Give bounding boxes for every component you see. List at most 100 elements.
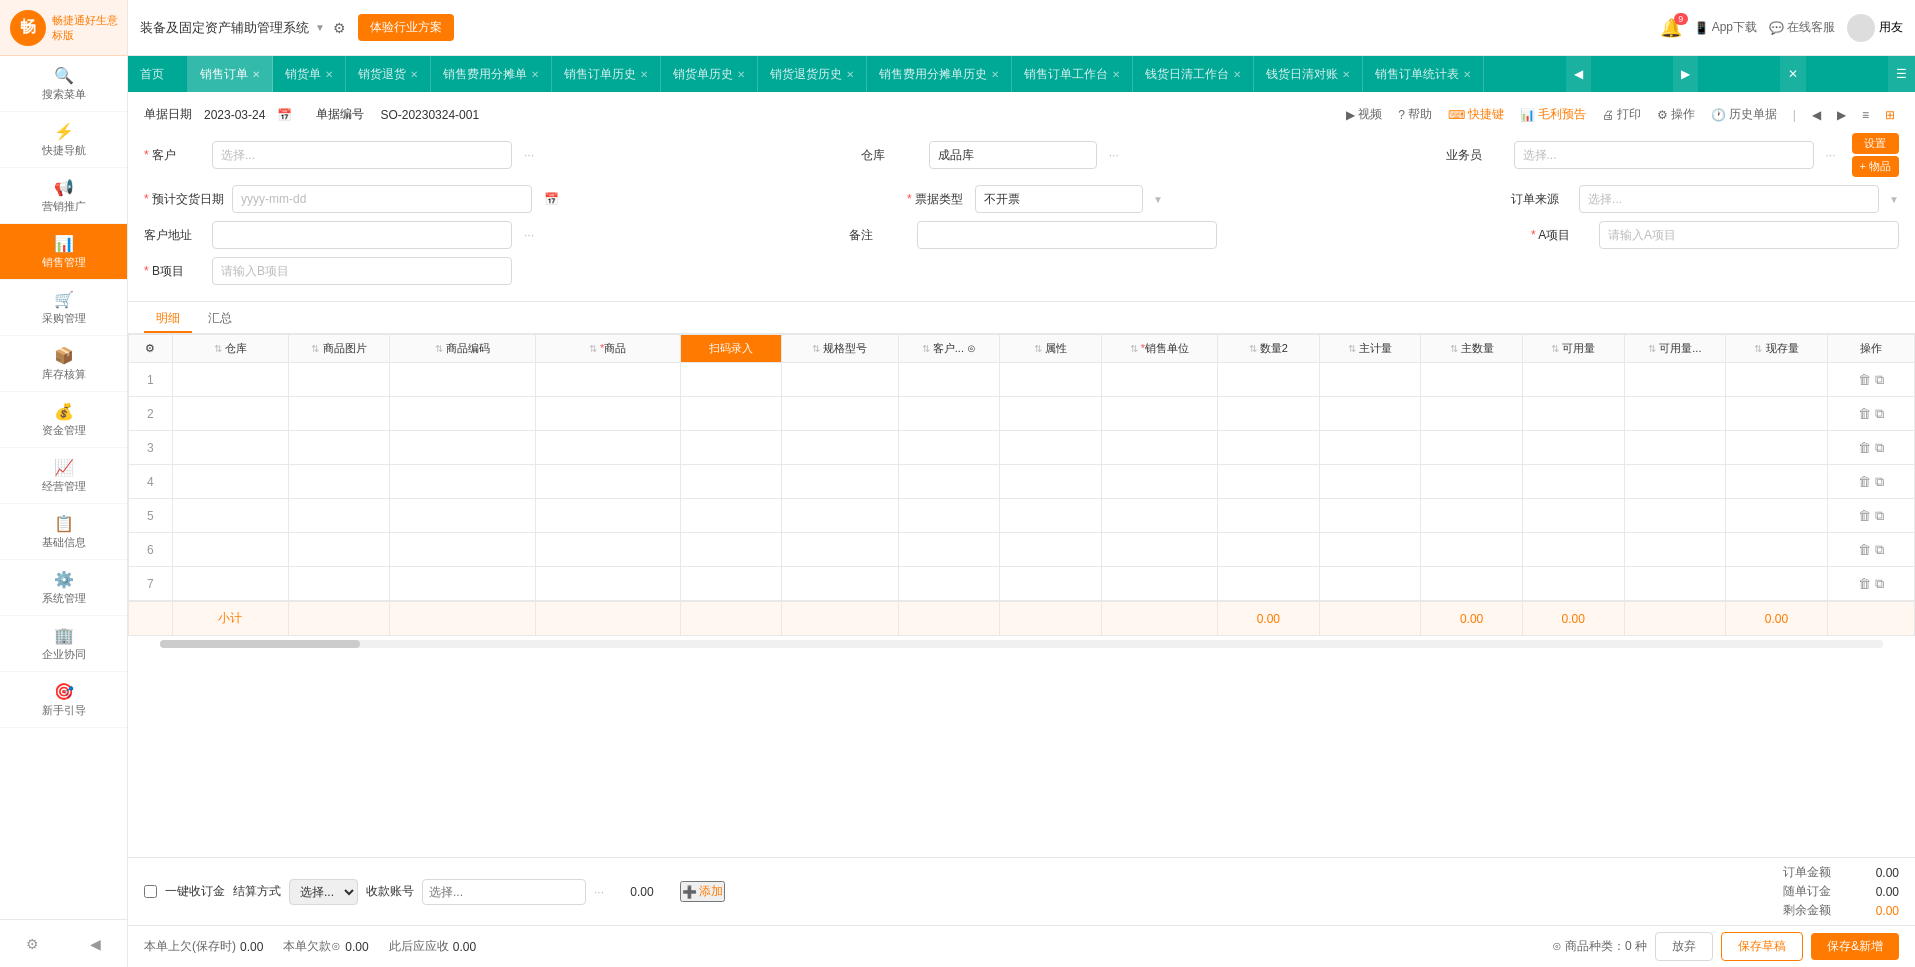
sidebar-item-system[interactable]: ⚙️ 系统管理 bbox=[0, 560, 127, 616]
row-copy-btn[interactable]: ⧉ bbox=[1875, 508, 1884, 524]
sidebar-collapse-icon[interactable]: ◀ bbox=[90, 936, 101, 952]
table-row[interactable]: 6🗑⧉ bbox=[129, 533, 1915, 567]
table-row[interactable]: 1🗑⧉ bbox=[129, 363, 1915, 397]
profit-btn[interactable]: 📊 毛利预告 bbox=[1516, 104, 1590, 125]
tab-sales-return[interactable]: 销货退货 ✕ bbox=[346, 56, 431, 92]
add-goods-button[interactable]: + 物品 bbox=[1852, 156, 1899, 177]
address-dots[interactable]: ··· bbox=[524, 228, 534, 242]
tab-expense-history-close[interactable]: ✕ bbox=[991, 69, 999, 80]
notes-input[interactable] bbox=[917, 221, 1217, 249]
tab-next-btn[interactable]: ▶ bbox=[1673, 56, 1698, 92]
user-menu[interactable]: 用友 bbox=[1847, 14, 1903, 42]
tab-order-history-close[interactable]: ✕ bbox=[640, 69, 648, 80]
tab-order-stats-close[interactable]: ✕ bbox=[1463, 69, 1471, 80]
notification-bell[interactable]: 🔔 9 bbox=[1660, 17, 1682, 39]
history-btn[interactable]: 🕐 历史单据 bbox=[1707, 104, 1781, 125]
salesperson-input[interactable] bbox=[1514, 141, 1814, 169]
tab-sales-expense[interactable]: 销售费用分摊单 ✕ bbox=[431, 56, 552, 92]
sidebar-item-operations[interactable]: 📈 经营管理 bbox=[0, 448, 127, 504]
topbar-dropdown-icon[interactable]: ▼ bbox=[315, 22, 325, 33]
order-source-arrow[interactable]: ▼ bbox=[1889, 194, 1899, 205]
row-copy-btn[interactable]: ⧉ bbox=[1875, 406, 1884, 422]
row-copy-btn[interactable]: ⧉ bbox=[1875, 542, 1884, 558]
save-draft-button[interactable]: 保存草稿 bbox=[1721, 932, 1803, 961]
row-delete-btn[interactable]: 🗑 bbox=[1858, 542, 1871, 557]
tab-sales-order[interactable]: 销售订单 ✕ bbox=[188, 56, 273, 92]
list-view-btn[interactable]: ≡ bbox=[1858, 106, 1873, 124]
tab-daily-workbench-close[interactable]: ✕ bbox=[1233, 69, 1241, 80]
tab-sales-order-close[interactable]: ✕ bbox=[252, 69, 260, 80]
tab-order-workbench-close[interactable]: ✕ bbox=[1112, 69, 1120, 80]
sidebar-item-finance[interactable]: 💰 资金管理 bbox=[0, 392, 127, 448]
customer-address-input[interactable] bbox=[212, 221, 512, 249]
salesperson-dots[interactable]: ··· bbox=[1826, 148, 1836, 162]
row-copy-btn[interactable]: ⧉ bbox=[1875, 474, 1884, 490]
tab-menu-btn[interactable]: ☰ bbox=[1888, 56, 1915, 92]
view-btn[interactable]: ▶ 视频 bbox=[1342, 104, 1386, 125]
shortcut-btn[interactable]: ⌨ 快捷键 bbox=[1444, 104, 1508, 125]
topbar-title[interactable]: 装备及固定资产辅助管理系统 bbox=[140, 19, 309, 37]
sidebar-item-purchase[interactable]: 🛒 采购管理 bbox=[0, 280, 127, 336]
card-view-btn[interactable]: ⊞ bbox=[1881, 106, 1899, 124]
customer-dots[interactable]: ··· bbox=[524, 148, 534, 162]
a-project-input[interactable] bbox=[1599, 221, 1899, 249]
table-row[interactable]: 3🗑⧉ bbox=[129, 431, 1915, 465]
tab-daily-reconcile[interactable]: 钱货日清对账 ✕ bbox=[1254, 56, 1363, 92]
table-row[interactable]: 7🗑⧉ bbox=[129, 567, 1915, 601]
account-no-input[interactable] bbox=[422, 879, 586, 905]
tab-sales-return-close[interactable]: ✕ bbox=[410, 69, 418, 80]
discard-button[interactable]: 放弃 bbox=[1655, 932, 1713, 961]
customer-input[interactable] bbox=[212, 141, 512, 169]
table-row[interactable]: 2🗑⧉ bbox=[129, 397, 1915, 431]
table-row[interactable]: 4🗑⧉ bbox=[129, 465, 1915, 499]
tab-daily-reconcile-close[interactable]: ✕ bbox=[1342, 69, 1350, 80]
tab-order-workbench[interactable]: 销售订单工作台 ✕ bbox=[1012, 56, 1133, 92]
delivery-date-input[interactable] bbox=[232, 185, 532, 213]
topbar-settings-icon[interactable]: ⚙ bbox=[333, 20, 346, 36]
row-copy-btn[interactable]: ⧉ bbox=[1875, 576, 1884, 592]
add-payment-btn[interactable]: ➕ 添加 bbox=[680, 881, 725, 902]
tab-order-history[interactable]: 销售订单历史 ✕ bbox=[552, 56, 661, 92]
warehouse-dots[interactable]: ··· bbox=[1109, 148, 1119, 162]
account-no-dots[interactable]: ··· bbox=[594, 885, 604, 899]
tab-close-all-btn[interactable]: ✕ bbox=[1780, 56, 1806, 92]
sidebar-item-beginner[interactable]: 🎯 新手引导 bbox=[0, 672, 127, 728]
operations-btn[interactable]: ⚙ 操作 bbox=[1653, 104, 1699, 125]
invoice-type-arrow[interactable]: ▼ bbox=[1153, 194, 1163, 205]
row-delete-btn[interactable]: 🗑 bbox=[1858, 372, 1871, 387]
row-delete-btn[interactable]: 🗑 bbox=[1858, 406, 1871, 421]
tab-invoice-history[interactable]: 销货单历史 ✕ bbox=[661, 56, 758, 92]
tab-home[interactable]: 首页 bbox=[128, 56, 188, 92]
tab-daily-workbench[interactable]: 钱货日清工作台 ✕ bbox=[1133, 56, 1254, 92]
date-picker-icon[interactable]: 📅 bbox=[544, 192, 559, 206]
table-row[interactable]: 5🗑⧉ bbox=[129, 499, 1915, 533]
tab-expense-history[interactable]: 销售费用分摊单历史 ✕ bbox=[867, 56, 1012, 92]
tab-detail[interactable]: 明细 bbox=[144, 306, 192, 333]
tab-prev-btn[interactable]: ◀ bbox=[1566, 56, 1591, 92]
tab-summary[interactable]: 汇总 bbox=[196, 306, 244, 333]
sidebar-settings-icon[interactable]: ⚙ bbox=[26, 936, 39, 952]
nav-next-btn[interactable]: ▶ bbox=[1833, 106, 1850, 124]
invoice-type-input[interactable] bbox=[975, 185, 1143, 213]
tab-sales-invoice[interactable]: 销货单 ✕ bbox=[273, 56, 346, 92]
nav-prev-btn[interactable]: ◀ bbox=[1808, 106, 1825, 124]
tab-invoice-history-close[interactable]: ✕ bbox=[737, 69, 745, 80]
row-delete-btn[interactable]: 🗑 bbox=[1858, 508, 1871, 523]
settings-button[interactable]: 设置 bbox=[1852, 133, 1899, 154]
row-delete-btn[interactable]: 🗑 bbox=[1858, 576, 1871, 591]
col-settings[interactable]: ⚙ bbox=[129, 335, 173, 363]
warehouse-input[interactable] bbox=[929, 141, 1097, 169]
sidebar-item-inventory[interactable]: 📦 库存核算 bbox=[0, 336, 127, 392]
sidebar-item-quick-nav[interactable]: ⚡ 快捷导航 bbox=[0, 112, 127, 168]
row-copy-btn[interactable]: ⧉ bbox=[1875, 440, 1884, 456]
online-service-link[interactable]: 💬 在线客服 bbox=[1769, 19, 1835, 36]
one-click-checkbox[interactable] bbox=[144, 885, 157, 898]
tab-sales-invoice-close[interactable]: ✕ bbox=[325, 69, 333, 80]
sidebar-item-basic-info[interactable]: 📋 基础信息 bbox=[0, 504, 127, 560]
row-copy-btn[interactable]: ⧉ bbox=[1875, 372, 1884, 388]
calendar-icon[interactable]: 📅 bbox=[277, 108, 292, 122]
tab-return-history-close[interactable]: ✕ bbox=[846, 69, 854, 80]
b-project-input[interactable] bbox=[212, 257, 512, 285]
solution-button[interactable]: 体验行业方案 bbox=[358, 14, 454, 41]
row-delete-btn[interactable]: 🗑 bbox=[1858, 474, 1871, 489]
